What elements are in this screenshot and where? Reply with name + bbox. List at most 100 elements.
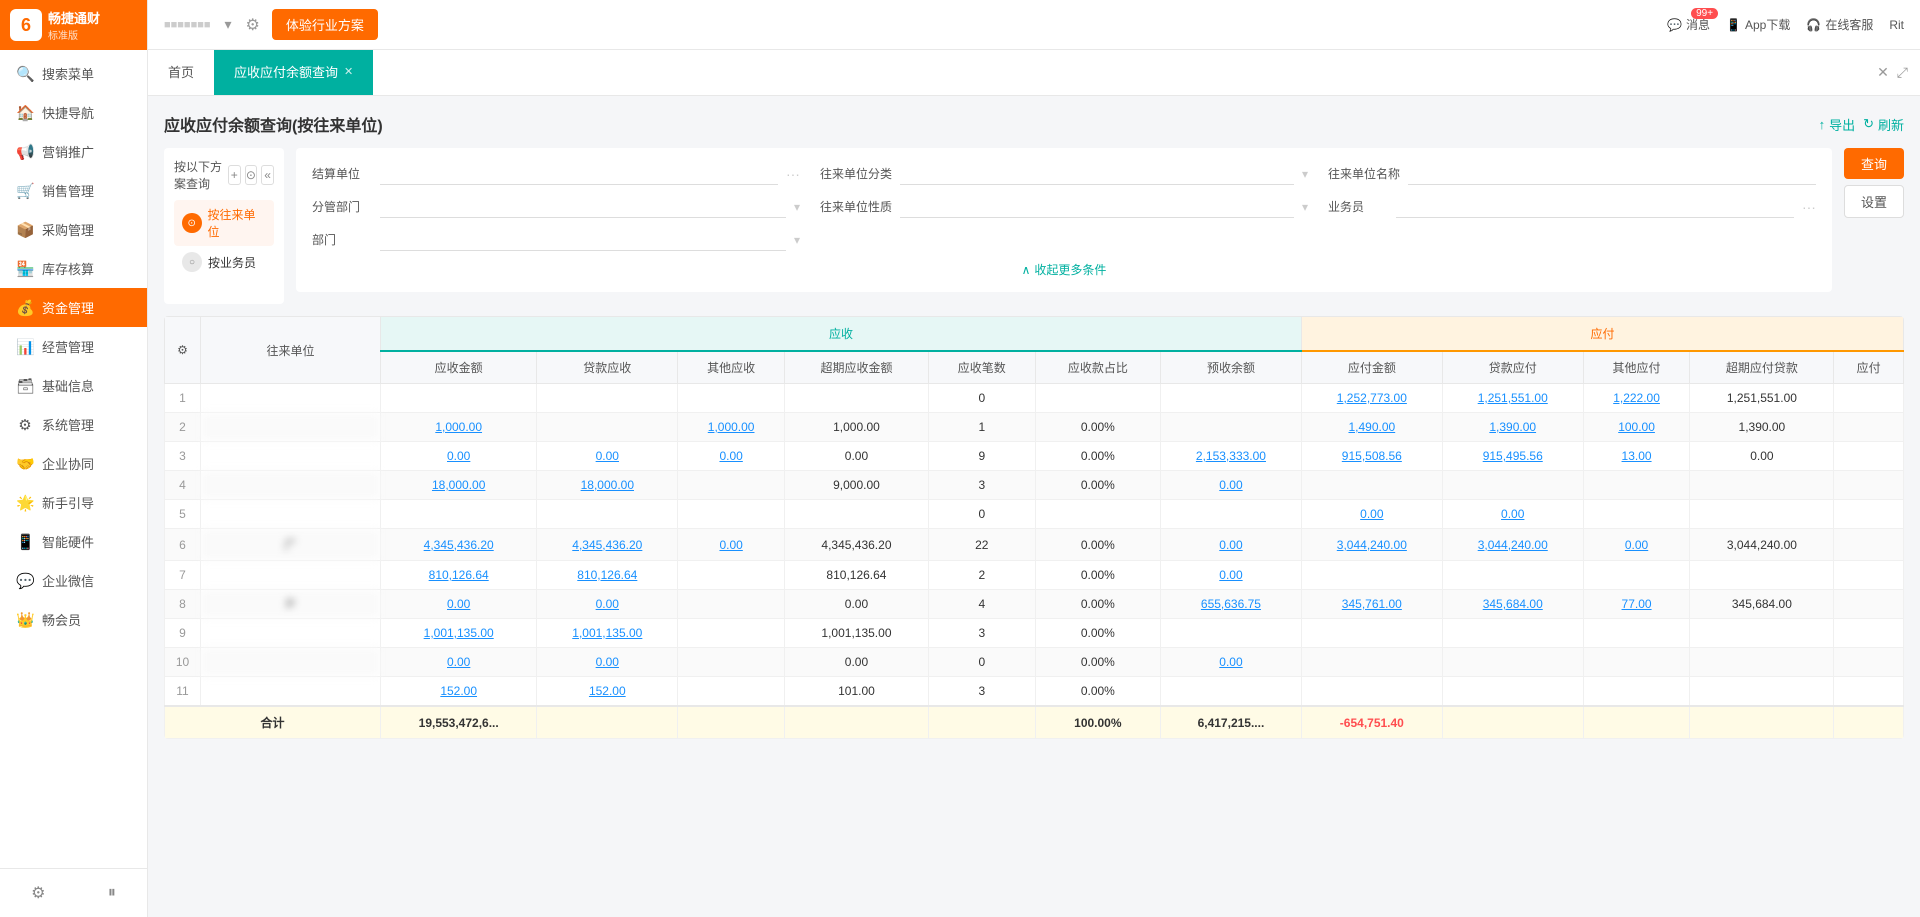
ar-amount[interactable]: 152.00 (381, 677, 537, 707)
settle-unit-input[interactable] (380, 162, 778, 185)
ap-other[interactable] (1583, 471, 1690, 500)
qm-item-by-partner[interactable]: ⊙ 按往来单位 (174, 200, 274, 246)
qm-item-by-salesperson[interactable]: ○ 按业务员 (174, 246, 274, 278)
ap-loan[interactable] (1442, 648, 1583, 677)
ap-amount[interactable]: 0.00 (1301, 500, 1442, 529)
salesperson-input[interactable] (1396, 195, 1794, 218)
ar-other[interactable] (678, 619, 785, 648)
ap-amount[interactable] (1301, 677, 1442, 707)
add-query-btn[interactable]: + (228, 165, 241, 185)
ar-prepay[interactable] (1161, 413, 1302, 442)
ap-loan[interactable] (1442, 677, 1583, 707)
sidebar-item-inventory[interactable]: 🏪 库存核算 (0, 249, 147, 288)
sidebar-item-quick-nav[interactable]: 🏠 快捷导航 (0, 93, 147, 132)
collapse-button[interactable]: ∧ 收起更多条件 (312, 261, 1816, 278)
salesperson-dots[interactable]: ··· (1802, 199, 1816, 215)
sidebar-item-wechat[interactable]: 💬 企业微信 (0, 561, 147, 600)
solution-button[interactable]: 体验行业方案 (272, 9, 378, 40)
ar-amount[interactable]: 0.00 (381, 590, 537, 619)
ar-other[interactable]: 0.00 (678, 442, 785, 471)
ar-amount[interactable] (381, 384, 537, 413)
ar-other[interactable] (678, 590, 785, 619)
ar-loan[interactable] (537, 500, 678, 529)
ar-other[interactable] (678, 500, 785, 529)
close-window-icon[interactable]: ✕ (1877, 64, 1889, 81)
maximize-window-icon[interactable]: ⤢ (1897, 64, 1908, 81)
ar-loan[interactable]: 0.00 (537, 590, 678, 619)
ap-loan[interactable]: 915,495.56 (1442, 442, 1583, 471)
ap-other[interactable]: 13.00 (1583, 442, 1690, 471)
ap-amount[interactable] (1301, 561, 1442, 590)
sidebar-item-guide[interactable]: 🌟 新手引导 (0, 483, 147, 522)
sidebar-item-enterprise[interactable]: 🤝 企业协同 (0, 444, 147, 483)
ap-amount[interactable]: 915,508.56 (1301, 442, 1442, 471)
ap-loan[interactable] (1442, 561, 1583, 590)
ap-loan[interactable]: 0.00 (1442, 500, 1583, 529)
dept-input[interactable] (380, 228, 786, 251)
ap-amount[interactable] (1301, 471, 1442, 500)
ar-prepay[interactable]: 0.00 (1161, 471, 1302, 500)
filter-collapse-icon[interactable]: « (261, 165, 274, 185)
ar-other[interactable] (678, 384, 785, 413)
partner-name-input[interactable] (1408, 162, 1816, 185)
ap-amount[interactable]: 1,252,773.00 (1301, 384, 1442, 413)
sidebar-item-purchase[interactable]: 📦 采购管理 (0, 210, 147, 249)
sidebar-item-finance[interactable]: 💰 资金管理 (0, 288, 147, 327)
settle-unit-dots[interactable]: ··· (786, 166, 800, 182)
ar-loan[interactable]: 810,126.64 (537, 561, 678, 590)
ar-loan[interactable]: 0.00 (537, 442, 678, 471)
online-service-button[interactable]: 🎧 在线客服 (1806, 16, 1873, 33)
sidebar-item-search-menu[interactable]: 🔍 搜索菜单 (0, 54, 147, 93)
ap-loan[interactable]: 1,390.00 (1442, 413, 1583, 442)
ap-loan[interactable] (1442, 619, 1583, 648)
sidebar-item-marketing[interactable]: 📢 营销推广 (0, 132, 147, 171)
ap-other[interactable]: 0.00 (1583, 529, 1690, 561)
ar-prepay[interactable] (1161, 677, 1302, 707)
ar-prepay[interactable]: 2,153,333.00 (1161, 442, 1302, 471)
ar-loan[interactable]: 18,000.00 (537, 471, 678, 500)
ar-amount[interactable]: 810,126.64 (381, 561, 537, 590)
ar-amount[interactable]: 4,345,436.20 (381, 529, 537, 561)
sidebar-item-system[interactable]: ⚙ 系统管理 (0, 405, 147, 444)
sidebar-item-member[interactable]: 👑 畅会员 (0, 600, 147, 639)
ar-prepay[interactable]: 0.00 (1161, 648, 1302, 677)
ar-loan[interactable] (537, 413, 678, 442)
refresh-button[interactable]: ↻ 刷新 (1863, 115, 1904, 134)
ap-loan[interactable]: 1,251,551.00 (1442, 384, 1583, 413)
ap-amount[interactable] (1301, 648, 1442, 677)
user-menu[interactable]: Rit (1889, 18, 1904, 32)
ap-loan[interactable]: 345,684.00 (1442, 590, 1583, 619)
ap-amount[interactable]: 3,044,240.00 (1301, 529, 1442, 561)
filter-dots-icon[interactable]: ⊙ (245, 165, 258, 185)
partner-category-dropdown[interactable]: ▾ (1302, 167, 1308, 181)
ar-amount[interactable]: 18,000.00 (381, 471, 537, 500)
ar-prepay[interactable] (1161, 384, 1302, 413)
app-download-button[interactable]: 📱 App下载 (1726, 16, 1790, 33)
partner-category-input[interactable] (900, 162, 1294, 185)
table-wrapper[interactable]: ⚙ 往来单位 应收 应付 应收金额 贷款应收 其他应收 超期应收金额 应收笔数 (164, 316, 1904, 739)
ar-other[interactable] (678, 648, 785, 677)
setting-button[interactable]: 设置 (1844, 185, 1904, 218)
ar-other[interactable]: 0.00 (678, 529, 785, 561)
ar-prepay[interactable]: 0.00 (1161, 561, 1302, 590)
ap-other[interactable] (1583, 500, 1690, 529)
ar-amount[interactable]: 0.00 (381, 442, 537, 471)
sidebar-item-basic[interactable]: 🗃 基础信息 (0, 366, 147, 405)
ap-other[interactable]: 1,222.00 (1583, 384, 1690, 413)
tab-close-icon[interactable]: ✕ (344, 65, 353, 78)
ar-other[interactable] (678, 677, 785, 707)
ar-loan[interactable] (537, 384, 678, 413)
ap-other[interactable]: 100.00 (1583, 413, 1690, 442)
ap-other[interactable] (1583, 561, 1690, 590)
ar-prepay[interactable] (1161, 500, 1302, 529)
settings-bottom-icon[interactable]: ⚙ (25, 877, 51, 909)
ap-loan[interactable]: 3,044,240.00 (1442, 529, 1583, 561)
ap-loan[interactable] (1442, 471, 1583, 500)
th-settings[interactable]: ⚙ (165, 317, 201, 384)
ar-prepay[interactable]: 655,636.75 (1161, 590, 1302, 619)
ap-other[interactable] (1583, 648, 1690, 677)
partner-type-dropdown[interactable]: ▾ (1302, 200, 1308, 214)
ar-other[interactable] (678, 561, 785, 590)
query-button[interactable]: 查询 (1844, 148, 1904, 179)
ar-loan[interactable]: 152.00 (537, 677, 678, 707)
